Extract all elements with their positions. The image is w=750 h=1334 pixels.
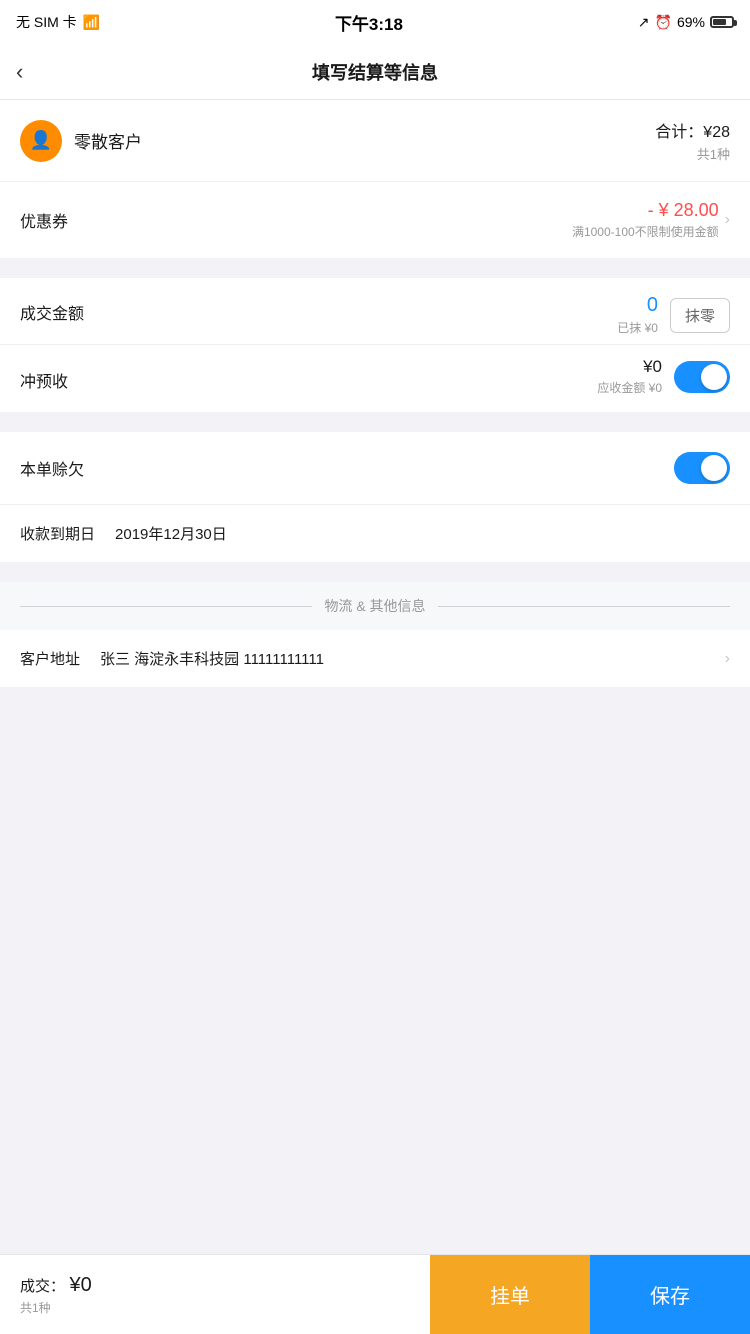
- address-chevron-icon: ›: [725, 650, 730, 668]
- section-divider-3: [0, 572, 750, 582]
- debt-label: 本单赊欠: [20, 456, 84, 480]
- address-row[interactable]: 客户地址 张三 海淀永丰科技园 11111111111 ›: [0, 630, 750, 687]
- customer-name: 零散客户: [74, 128, 142, 153]
- avatar-icon: 👤: [30, 130, 52, 151]
- logistics-label: 物流 & 其他信息: [324, 596, 425, 616]
- carrier-text: 无 SIM 卡: [16, 12, 77, 32]
- location-icon: ↗: [638, 14, 650, 31]
- discount-amount: - ¥ 28.00: [572, 200, 719, 221]
- battery-icon: [710, 16, 734, 28]
- total-price: 合计：¥28: [655, 118, 730, 142]
- status-bar: 无 SIM 卡 📶 下午3:18 ↗ ⏰ 69%: [0, 0, 750, 44]
- customer-row: 👤 零散客户 合计：¥28 共1种: [0, 100, 750, 181]
- save-button[interactable]: 保存: [590, 1255, 750, 1334]
- bottom-trans-row: 成交： ¥0: [20, 1274, 410, 1297]
- coupon-row[interactable]: 优惠券 - ¥ 28.00 满1000-100不限制使用金额 ›: [0, 181, 750, 258]
- debt-toggle-knob: [701, 455, 727, 481]
- bottom-actions: 挂单 保存: [430, 1255, 750, 1334]
- battery-percent: 69%: [677, 14, 705, 30]
- address-value: 张三 海淀永丰科技园 11111111111: [100, 648, 324, 669]
- page-title: 填写结算等信息: [312, 59, 438, 85]
- empty-space: [0, 697, 750, 897]
- prepay-toggle[interactable]: [674, 361, 730, 393]
- coupon-discount: - ¥ 28.00 满1000-100不限制使用金额: [572, 200, 719, 240]
- prepay-row: 冲预收 ¥0 应收金额 ¥0: [0, 344, 750, 412]
- status-time: 下午3:18: [335, 10, 403, 35]
- due-date-row[interactable]: 收款到期日 2019年12月30日: [0, 504, 750, 562]
- address-left: 客户地址 张三 海淀永丰科技园 11111111111: [20, 648, 324, 669]
- discount-desc: 满1000-100不限制使用金额: [572, 223, 719, 240]
- amount-right: 0 已抹 ¥0 抹零: [617, 294, 730, 336]
- prepay-values: ¥0 应收金额 ¥0: [597, 357, 662, 396]
- transaction-section: 成交金额 0 已抹 ¥0 抹零 冲预收 ¥0 应收金额 ¥0: [0, 278, 750, 412]
- due-date-value: 2019年12月30日: [115, 523, 227, 544]
- prepay-sub: 应收金额 ¥0: [597, 379, 662, 396]
- bottom-count: 共1种: [20, 1299, 410, 1316]
- address-label: 客户地址: [20, 648, 80, 669]
- bottom-bar: 成交： ¥0 共1种 挂单 保存: [0, 1254, 750, 1334]
- transaction-label: 成交金额: [20, 294, 84, 324]
- due-date-label: 收款到期日: [20, 523, 95, 544]
- alarm-icon: ⏰: [655, 14, 672, 31]
- bottom-info: 成交： ¥0 共1种: [0, 1274, 430, 1316]
- wifi-icon: 📶: [83, 14, 100, 31]
- back-button[interactable]: ‹: [8, 51, 31, 93]
- total-count: 共1种: [655, 144, 730, 163]
- nav-bar: ‹ 填写结算等信息: [0, 44, 750, 100]
- transaction-row: 成交金额 0 已抹 ¥0 抹零: [0, 278, 750, 344]
- coupon-right: - ¥ 28.00 满1000-100不限制使用金额 ›: [572, 200, 730, 240]
- logistics-line-right: [438, 606, 730, 607]
- section-divider-1: [0, 268, 750, 278]
- status-right: ↗ ⏰ 69%: [638, 14, 734, 31]
- logistics-header: 物流 & 其他信息: [0, 582, 750, 630]
- bottom-trans-label: 成交：: [20, 1278, 65, 1295]
- chevron-right-icon: ›: [725, 211, 730, 229]
- section-divider-2: [0, 422, 750, 432]
- coupon-label: 优惠券: [20, 208, 68, 232]
- amount-value-block: 0 已抹 ¥0: [617, 294, 658, 336]
- hang-button[interactable]: 挂单: [430, 1255, 590, 1334]
- logistics-line-left: [20, 606, 312, 607]
- prepay-right: ¥0 应收金额 ¥0: [597, 357, 730, 396]
- transaction-sub: 已抹 ¥0: [617, 319, 658, 336]
- prepay-amount: ¥0: [597, 357, 662, 377]
- address-section: 客户地址 张三 海淀永丰科技园 11111111111 ›: [0, 630, 750, 687]
- customer-section: 👤 零散客户 合计：¥28 共1种 优惠券 - ¥ 28.00 满1000-10…: [0, 100, 750, 258]
- round-button[interactable]: 抹零: [670, 298, 730, 333]
- status-left: 无 SIM 卡 📶: [16, 12, 100, 32]
- toggle-knob: [701, 364, 727, 390]
- customer-total: 合计：¥28 共1种: [655, 118, 730, 163]
- debt-row: 本单赊欠: [0, 432, 750, 504]
- customer-left: 👤 零散客户: [20, 120, 142, 162]
- transaction-value: 0: [617, 294, 658, 317]
- avatar: 👤: [20, 120, 62, 162]
- debt-section: 本单赊欠 收款到期日 2019年12月30日: [0, 432, 750, 562]
- bottom-trans-amount: ¥0: [69, 1274, 91, 1296]
- prepay-label: 冲预收: [20, 362, 68, 392]
- debt-toggle[interactable]: [674, 452, 730, 484]
